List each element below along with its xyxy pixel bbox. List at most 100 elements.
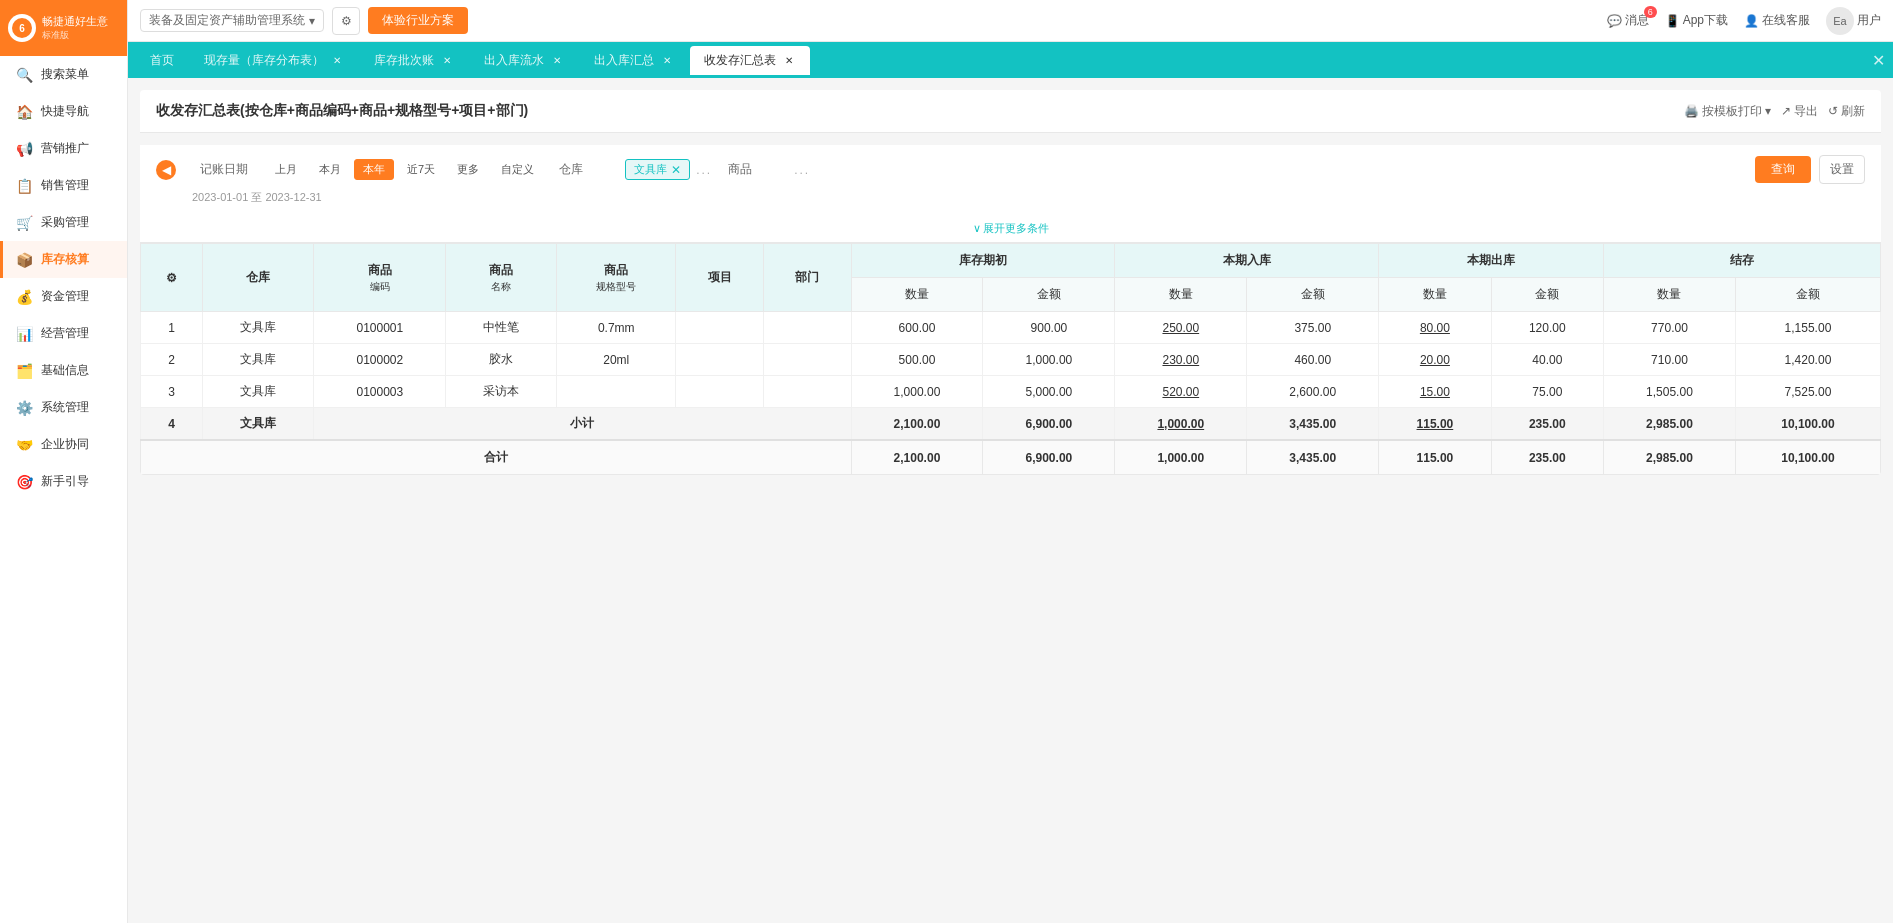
tab-in-out-summary[interactable]: 出入库汇总 ✕ bbox=[580, 46, 688, 75]
subtotal-close-qty: 2,985.00 bbox=[1604, 408, 1736, 441]
filter-section: ◀ 记账日期 上月 本月 本年 近7天 更多 自定义 仓库 bbox=[140, 145, 1881, 215]
col-in-qty-header: 数量 bbox=[1115, 278, 1247, 312]
sidebar-item-purchase[interactable]: 🛒 采购管理 bbox=[0, 204, 127, 241]
sidebar-item-marketing[interactable]: 📢 营销推广 bbox=[0, 130, 127, 167]
date-btn-more[interactable]: 更多 bbox=[448, 159, 488, 180]
refresh-btn[interactable]: ↺ 刷新 bbox=[1828, 103, 1865, 120]
subtotal-row: 4 文具库 小计 2,100.00 6,900.00 1,000.00 3,43… bbox=[141, 408, 1881, 441]
collapse-icon: ◀ bbox=[156, 160, 176, 180]
product-dots[interactable]: ... bbox=[794, 163, 810, 177]
tab-receive-send-summary[interactable]: 收发存汇总表 ✕ bbox=[690, 46, 810, 75]
tab-label: 出入库汇总 bbox=[594, 52, 654, 69]
row-out-qty[interactable]: 15.00 bbox=[1379, 376, 1491, 408]
sidebar-item-inventory[interactable]: 📦 库存核算 bbox=[0, 241, 127, 278]
row-in-qty[interactable]: 230.00 bbox=[1115, 344, 1247, 376]
query-button[interactable]: 查询 bbox=[1755, 156, 1811, 183]
col-out-qty-header: 数量 bbox=[1379, 278, 1491, 312]
app-subtitle: 标准版 bbox=[42, 29, 108, 42]
print-btn[interactable]: 🖨️ 按模板打印 ▾ bbox=[1684, 103, 1771, 120]
row-in-qty[interactable]: 520.00 bbox=[1115, 376, 1247, 408]
sidebar-item-label: 企业协同 bbox=[41, 436, 89, 453]
col-out-amt-header: 金额 bbox=[1491, 278, 1603, 312]
row-spec bbox=[557, 376, 676, 408]
row-in-qty[interactable]: 250.00 bbox=[1115, 312, 1247, 344]
warehouse-tag: 文具库 ✕ bbox=[625, 159, 690, 180]
col-in-header: 本期入库 bbox=[1115, 244, 1379, 278]
subtotal-open-qty: 2,100.00 bbox=[851, 408, 983, 441]
tab-close-icon[interactable]: ✕ bbox=[330, 53, 344, 67]
topbar-right: 💬 消息 6 📱 App下载 👤 在线客服 Ea 用户 bbox=[1607, 7, 1881, 35]
total-close-amt: 10,100.00 bbox=[1735, 440, 1880, 475]
user-btn[interactable]: Ea 用户 bbox=[1826, 7, 1881, 35]
tabs-bar: 首页 现存量（库存分布表） ✕ 库存批次账 ✕ 出入库流水 ✕ 出入库汇总 ✕ … bbox=[128, 42, 1893, 78]
tab-home-label: 首页 bbox=[150, 52, 174, 69]
tab-close-icon[interactable]: ✕ bbox=[550, 53, 564, 67]
warehouse-tag-close[interactable]: ✕ bbox=[671, 163, 681, 177]
sidebar-item-label: 搜索菜单 bbox=[41, 66, 89, 83]
subtotal-open-amt: 6,900.00 bbox=[983, 408, 1115, 441]
topbar: 装备及固定资产辅助管理系统 ▾ ⚙ 体验行业方案 💬 消息 6 📱 App下载 … bbox=[128, 0, 1893, 42]
refresh-icon: ↺ bbox=[1828, 104, 1838, 118]
sales-icon: 📋 bbox=[15, 178, 33, 194]
date-btn-this-month[interactable]: 本月 bbox=[310, 159, 350, 180]
sidebar-item-newbie[interactable]: 🎯 新手引导 bbox=[0, 463, 127, 500]
row-dept bbox=[763, 344, 851, 376]
row-out-qty[interactable]: 80.00 bbox=[1379, 312, 1491, 344]
sidebar-item-collab[interactable]: 🤝 企业协同 bbox=[0, 426, 127, 463]
row-close-qty: 770.00 bbox=[1604, 312, 1736, 344]
date-btn-7-days[interactable]: 近7天 bbox=[398, 159, 444, 180]
sidebar-item-finance[interactable]: 💰 资金管理 bbox=[0, 278, 127, 315]
collapse-btn[interactable]: ◀ bbox=[156, 160, 184, 180]
sidebar-item-search[interactable]: 🔍 搜索菜单 bbox=[0, 56, 127, 93]
service-icon: 👤 bbox=[1744, 14, 1759, 28]
app-download-btn[interactable]: 📱 App下载 bbox=[1665, 12, 1728, 29]
settings-gear-btn[interactable]: ⚙ bbox=[332, 7, 360, 35]
app-title-block: 畅捷通好生意 标准版 bbox=[42, 14, 108, 41]
tab-inventory-dist[interactable]: 现存量（库存分布表） ✕ bbox=[190, 46, 358, 75]
sidebar-item-label: 采购管理 bbox=[41, 214, 89, 231]
subtotal-num: 4 bbox=[141, 408, 203, 441]
col-spec-header: 商品规格型号 bbox=[557, 244, 676, 312]
date-range-row: 2023-01-01 至 2023-12-31 bbox=[156, 190, 1865, 205]
message-btn[interactable]: 💬 消息 6 bbox=[1607, 12, 1649, 29]
date-btn-last-month[interactable]: 上月 bbox=[266, 159, 306, 180]
col-warehouse-header: 仓库 bbox=[203, 244, 314, 312]
sidebar-item-sales[interactable]: 📋 销售管理 bbox=[0, 167, 127, 204]
total-row: 合计 2,100.00 6,900.00 1,000.00 3,435.00 1… bbox=[141, 440, 1881, 475]
gear-icon: ⚙️ bbox=[15, 400, 33, 416]
date-btn-this-year[interactable]: 本年 bbox=[354, 159, 394, 180]
col-settings-header[interactable]: ⚙ bbox=[141, 244, 203, 312]
system-selector[interactable]: 装备及固定资产辅助管理系统 ▾ bbox=[140, 9, 324, 32]
expand-btn[interactable]: ∨ 展开更多条件 bbox=[973, 221, 1049, 236]
message-icon: 💬 bbox=[1607, 14, 1622, 28]
close-all-tabs-btn[interactable]: ✕ bbox=[1872, 51, 1885, 70]
warehouse-dots[interactable]: ... bbox=[696, 163, 712, 177]
export-btn[interactable]: ↗ 导出 bbox=[1781, 103, 1818, 120]
tab-home[interactable]: 首页 bbox=[136, 46, 188, 75]
row-out-qty[interactable]: 20.00 bbox=[1379, 344, 1491, 376]
tab-in-out-flow[interactable]: 出入库流水 ✕ bbox=[470, 46, 578, 75]
sidebar-item-quick-nav[interactable]: 🏠 快捷导航 bbox=[0, 93, 127, 130]
row-spec: 0.7mm bbox=[557, 312, 676, 344]
topbar-left: 装备及固定资产辅助管理系统 ▾ ⚙ 体验行业方案 bbox=[140, 7, 468, 35]
setting-button[interactable]: 设置 bbox=[1819, 155, 1865, 184]
tab-batch-ledger[interactable]: 库存批次账 ✕ bbox=[360, 46, 468, 75]
tab-close-icon[interactable]: ✕ bbox=[440, 53, 454, 67]
sidebar-item-operations[interactable]: 📊 经营管理 bbox=[0, 315, 127, 352]
subtotal-in-qty[interactable]: 1,000.00 bbox=[1115, 408, 1247, 441]
tab-close-icon[interactable]: ✕ bbox=[782, 53, 796, 67]
experience-btn[interactable]: 体验行业方案 bbox=[368, 7, 468, 34]
sidebar-item-system[interactable]: ⚙️ 系统管理 bbox=[0, 389, 127, 426]
sidebar-nav: 🔍 搜索菜单 🏠 快捷导航 📢 营销推广 📋 销售管理 🛒 采购管理 📦 库存核… bbox=[0, 56, 127, 923]
row-open-qty: 1,000.00 bbox=[851, 376, 983, 408]
sidebar-item-basic-info[interactable]: 🗂️ 基础信息 bbox=[0, 352, 127, 389]
col-close-qty-header: 数量 bbox=[1604, 278, 1736, 312]
subtotal-out-qty[interactable]: 115.00 bbox=[1379, 408, 1491, 441]
avatar: Ea bbox=[1826, 7, 1854, 35]
online-service-btn[interactable]: 👤 在线客服 bbox=[1744, 12, 1810, 29]
expand-label: 展开更多条件 bbox=[983, 221, 1049, 236]
row-code: 0100001 bbox=[314, 312, 446, 344]
row-out-amt: 40.00 bbox=[1491, 344, 1603, 376]
date-btn-custom[interactable]: 自定义 bbox=[492, 159, 543, 180]
tab-close-icon[interactable]: ✕ bbox=[660, 53, 674, 67]
